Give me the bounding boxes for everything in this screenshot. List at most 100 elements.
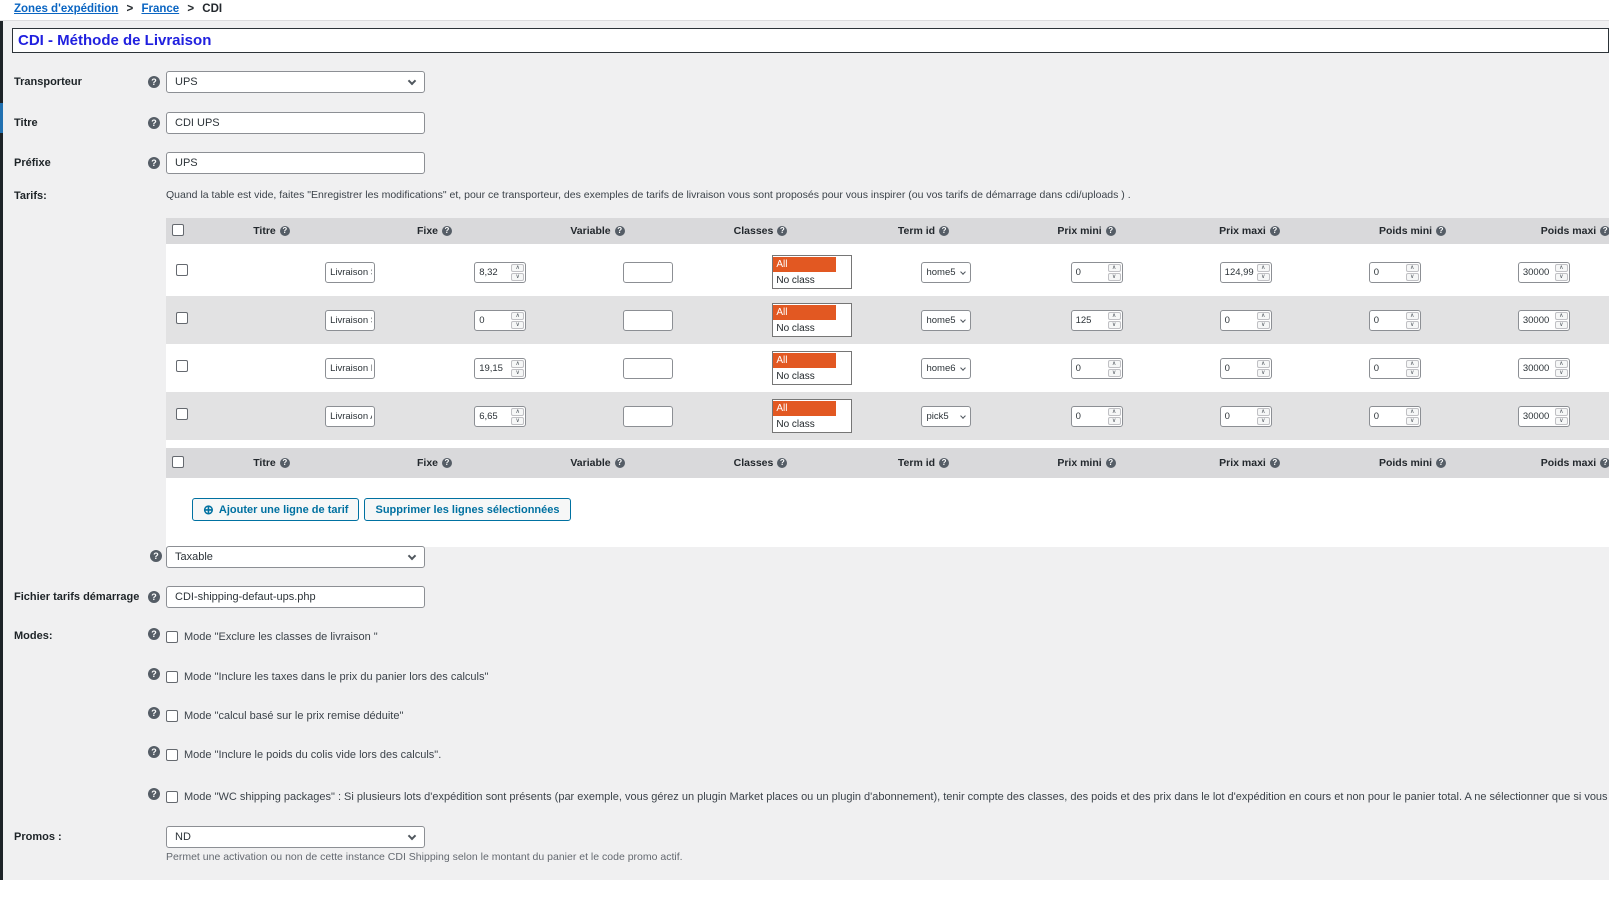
classes-listbox[interactable]: All No class [772, 399, 852, 433]
admin-menu-active-item[interactable] [0, 103, 3, 133]
admin-menu-strip[interactable] [0, 21, 3, 880]
mode-help-icon[interactable] [148, 746, 160, 758]
column-help-icon[interactable] [1270, 226, 1280, 236]
row-variable-input[interactable] [623, 406, 673, 427]
row-checkbox[interactable] [176, 312, 188, 324]
column-help-icon[interactable] [442, 458, 452, 468]
spin-down-icon[interactable] [1257, 369, 1270, 377]
row-titre-input[interactable]: Livraison Exp [325, 358, 375, 379]
fichier-tarifs-help-icon[interactable] [148, 591, 160, 603]
row-term-id-select[interactable]: home5 [921, 310, 971, 331]
mode-help-icon[interactable] [148, 628, 160, 640]
transporteur-select[interactable]: UPS [166, 71, 425, 93]
classes-option-all[interactable]: All [773, 304, 851, 321]
mode-help-icon[interactable] [148, 668, 160, 680]
spin-down-icon[interactable] [1406, 369, 1419, 377]
titre-help-icon[interactable] [148, 117, 160, 129]
classes-listbox[interactable]: All No class [772, 255, 852, 289]
promos-select[interactable]: ND [166, 826, 425, 848]
spin-up-icon[interactable] [1406, 264, 1419, 272]
column-help-icon[interactable] [1600, 226, 1609, 236]
row-prix-mini-input[interactable]: 0 [1071, 262, 1123, 283]
spin-down-icon[interactable] [511, 273, 524, 281]
spin-up-icon[interactable] [1257, 360, 1270, 368]
classes-listbox[interactable]: All No class [772, 303, 852, 337]
column-help-icon[interactable] [442, 226, 452, 236]
spin-down-icon[interactable] [1257, 417, 1270, 425]
column-help-icon[interactable] [777, 226, 787, 236]
row-prix-maxi-input[interactable]: 0 [1220, 310, 1272, 331]
mode-help-icon[interactable] [148, 707, 160, 719]
spin-up-icon[interactable] [1555, 312, 1568, 320]
breadcrumb-link-zones-expedition[interactable]: Zones d'expédition [14, 3, 118, 15]
row-poids-mini-input[interactable]: 0 [1369, 406, 1421, 427]
classes-option-all[interactable]: All [773, 400, 851, 417]
spin-up-icon[interactable] [1555, 360, 1568, 368]
classes-option-all[interactable]: All [773, 352, 851, 369]
titre-input[interactable]: CDI UPS [166, 112, 425, 134]
column-help-icon[interactable] [280, 458, 290, 468]
row-poids-mini-input[interactable]: 0 [1369, 310, 1421, 331]
transporteur-help-icon[interactable] [148, 76, 160, 88]
spin-down-icon[interactable] [511, 321, 524, 329]
spin-up-icon[interactable] [1108, 312, 1121, 320]
row-poids-maxi-input[interactable]: 30000 [1518, 310, 1570, 331]
spin-up-icon[interactable] [511, 408, 524, 416]
spin-down-icon[interactable] [1108, 369, 1121, 377]
column-help-icon[interactable] [615, 458, 625, 468]
spin-down-icon[interactable] [1406, 321, 1419, 329]
row-poids-mini-input[interactable]: 0 [1369, 358, 1421, 379]
row-poids-mini-input[interactable]: 0 [1369, 262, 1421, 283]
row-poids-maxi-input[interactable]: 30000 [1518, 406, 1570, 427]
row-checkbox[interactable] [176, 264, 188, 276]
row-fixe-input[interactable]: 8,32 [474, 262, 526, 283]
column-help-icon[interactable] [1106, 226, 1116, 236]
row-prix-maxi-input[interactable]: 0 [1220, 406, 1272, 427]
spin-up-icon[interactable] [1108, 264, 1121, 272]
row-titre-input[interactable]: Livraison Acc [325, 406, 375, 427]
row-titre-input[interactable]: Livraison Sta [325, 262, 375, 283]
select-all-checkbox[interactable] [172, 224, 184, 236]
spin-up-icon[interactable] [1406, 360, 1419, 368]
spin-down-icon[interactable] [1555, 321, 1568, 329]
mode-checkbox[interactable] [166, 791, 178, 803]
spin-up-icon[interactable] [1555, 408, 1568, 416]
row-prix-mini-input[interactable]: 0 [1071, 406, 1123, 427]
row-term-id-select[interactable]: home6 [921, 358, 971, 379]
fichier-tarifs-input[interactable]: CDI-shipping-defaut-ups.php [166, 586, 425, 608]
column-help-icon[interactable] [1106, 458, 1116, 468]
spin-down-icon[interactable] [1555, 417, 1568, 425]
spin-down-icon[interactable] [1257, 273, 1270, 281]
classes-option-no-class[interactable]: No class [773, 417, 851, 433]
row-fixe-input[interactable]: 19,15 [474, 358, 526, 379]
row-variable-input[interactable] [623, 310, 673, 331]
column-help-icon[interactable] [615, 226, 625, 236]
row-titre-input[interactable]: Livraison Sta [325, 310, 375, 331]
classes-option-all[interactable]: All [773, 256, 851, 273]
breadcrumb-link-france[interactable]: France [141, 3, 179, 15]
spin-up-icon[interactable] [1108, 408, 1121, 416]
row-prix-maxi-input[interactable]: 124,99 [1220, 262, 1272, 283]
spin-down-icon[interactable] [511, 417, 524, 425]
column-help-icon[interactable] [1600, 458, 1609, 468]
spin-down-icon[interactable] [1555, 369, 1568, 377]
row-variable-input[interactable] [623, 262, 673, 283]
mode-help-icon[interactable] [148, 788, 160, 800]
row-fixe-input[interactable]: 0 [474, 310, 526, 331]
spin-down-icon[interactable] [1406, 417, 1419, 425]
column-help-icon[interactable] [1436, 458, 1446, 468]
spin-down-icon[interactable] [1555, 273, 1568, 281]
row-term-id-select[interactable]: pick5 [921, 406, 971, 427]
spin-down-icon[interactable] [1108, 273, 1121, 281]
column-help-icon[interactable] [280, 226, 290, 236]
spin-up-icon[interactable] [1555, 264, 1568, 272]
tax-status-help-icon[interactable] [150, 550, 162, 562]
spin-down-icon[interactable] [1406, 273, 1419, 281]
spin-down-icon[interactable] [1257, 321, 1270, 329]
prefixe-input[interactable]: UPS [166, 152, 425, 174]
add-tarif-line-button[interactable]: Ajouter une ligne de tarif [192, 498, 359, 521]
spin-down-icon[interactable] [511, 369, 524, 377]
classes-option-no-class[interactable]: No class [773, 273, 851, 289]
mode-checkbox[interactable] [166, 749, 178, 761]
row-term-id-select[interactable]: home5 [921, 262, 971, 283]
